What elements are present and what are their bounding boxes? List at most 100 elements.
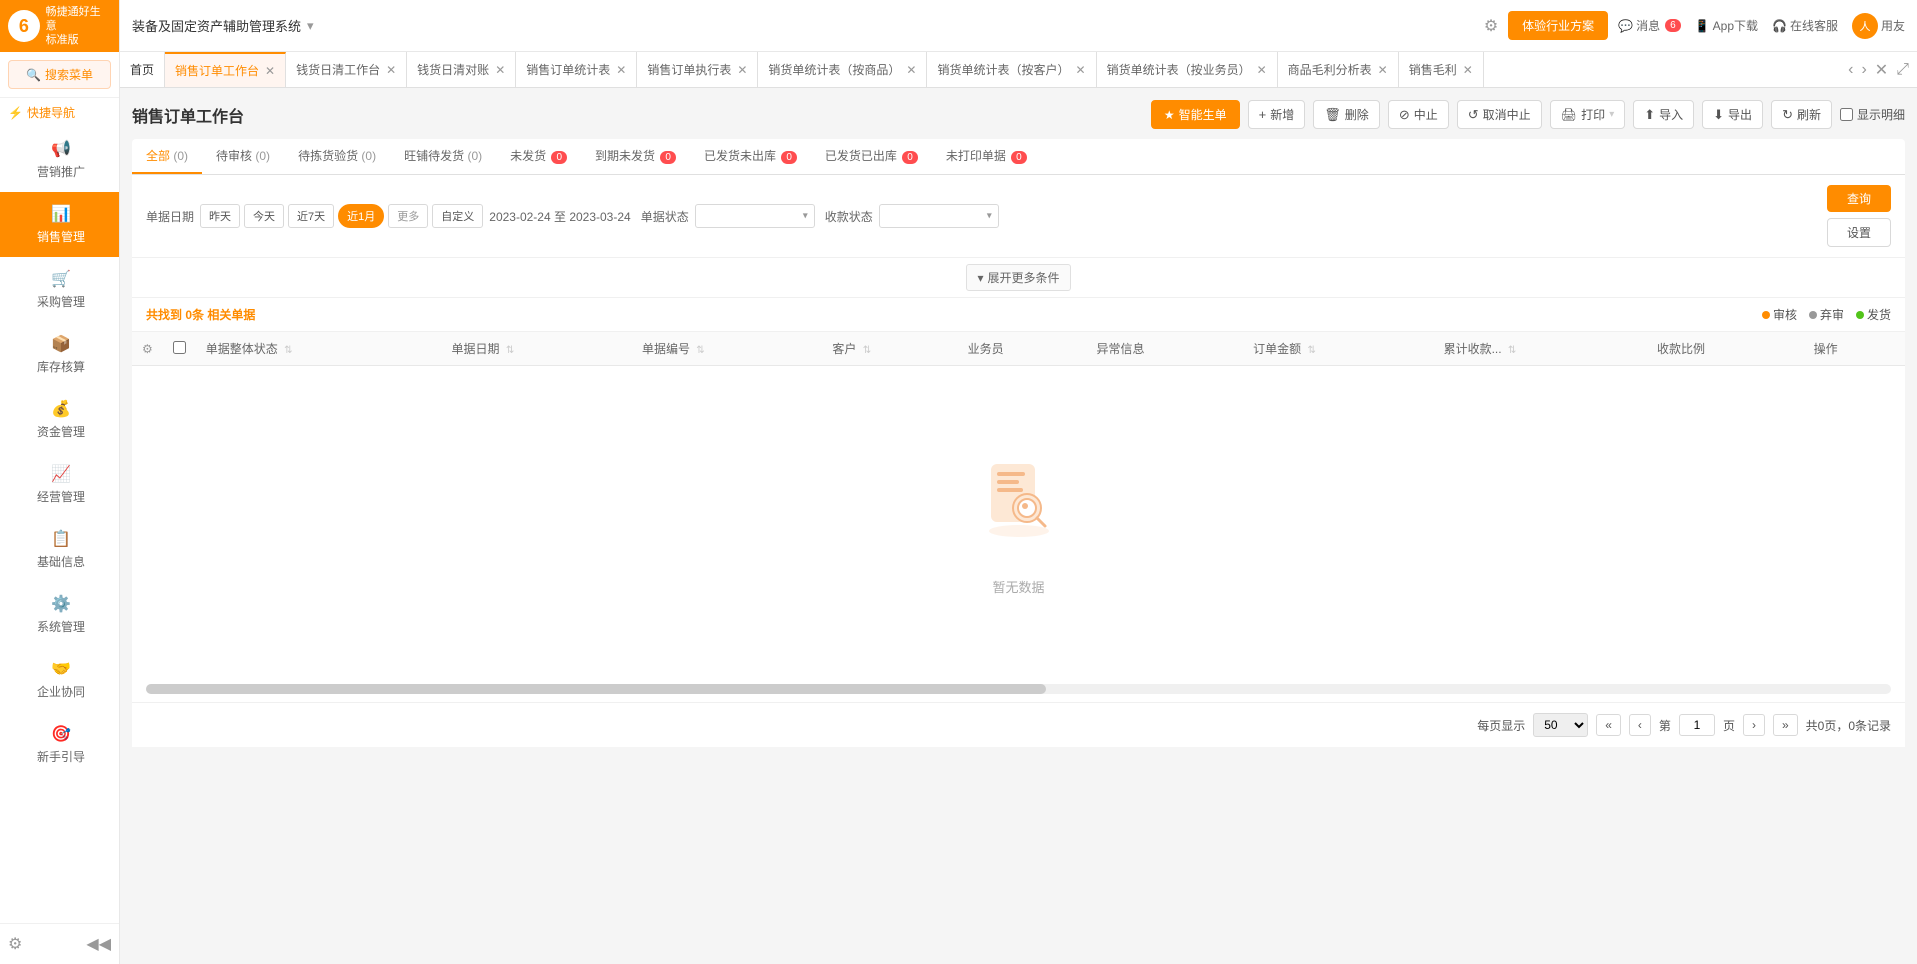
import-button[interactable]: ⬆ 导入	[1633, 100, 1694, 129]
ship-dot	[1856, 311, 1864, 319]
sidebar-item-marketing[interactable]: 📢 营销推广	[0, 127, 119, 192]
tab-home[interactable]: 首页	[120, 52, 165, 88]
headset-icon: 🎧	[1772, 19, 1787, 33]
sub-tab-not-shipped[interactable]: 未发货 0	[496, 139, 581, 174]
filter-bar: 单据日期 昨天 今天 近7天 近1月 更多 自定义 2023-02-24 至 2…	[132, 175, 1905, 258]
topbar-gear-icon[interactable]: ⚙	[1484, 16, 1498, 36]
tab-sales-exec[interactable]: 销售订单执行表 ✕	[637, 52, 758, 88]
show-detail-toggle[interactable]: 显示明细	[1840, 106, 1905, 123]
tab-sales-summary-customer[interactable]: 销货单统计表（按客户） ✕	[927, 52, 1096, 88]
col-settings[interactable]: ⚙	[132, 332, 163, 366]
sidebar-item-finance[interactable]: 💰 资金管理	[0, 387, 119, 452]
tab-sales-order-workbench[interactable]: 销售订单工作台 ✕	[165, 52, 286, 88]
sidebar-item-system[interactable]: ⚙️ 系统管理	[0, 582, 119, 647]
app-download-button[interactable]: 📱 App下载	[1695, 17, 1758, 34]
tab-scroll-left[interactable]: ‹	[1846, 59, 1855, 81]
sidebar-item-sales[interactable]: 📊 销售管理	[0, 192, 119, 257]
abandon-audit-meta-button[interactable]: 弃审	[1809, 306, 1844, 323]
sort-number-icon[interactable]: ⇅	[696, 345, 704, 356]
cancel-stop-button[interactable]: ↺ 取消中止	[1457, 100, 1542, 129]
add-button[interactable]: + 新增	[1248, 100, 1306, 129]
sub-tab-wangpu[interactable]: 旺铺待发货 (0)	[390, 139, 496, 174]
audit-meta-button[interactable]: 审核	[1762, 306, 1797, 323]
sidebar-item-guide[interactable]: 🎯 新手引导	[0, 712, 119, 777]
tab-sales-summary-staff[interactable]: 销货单统计表（按业务员） ✕	[1097, 52, 1278, 88]
expand-filter-button[interactable]: ▾ 展开更多条件	[966, 264, 1070, 291]
tab-close-cash-daily[interactable]: ✕	[386, 64, 396, 76]
horizontal-scrollbar[interactable]	[146, 684, 1891, 694]
user-menu[interactable]: 人 用友	[1852, 13, 1905, 39]
tab-cash-daily[interactable]: 钱货日清工作台 ✕	[286, 52, 407, 88]
select-all-checkbox[interactable]	[173, 341, 186, 354]
search-menu-button[interactable]: 🔍 搜索菜单	[8, 60, 111, 89]
date-btn-today[interactable]: 今天	[244, 204, 284, 228]
sub-tab-pending[interactable]: 待审核 (0)	[202, 139, 284, 174]
tab-sales-gross[interactable]: 销售毛利 ✕	[1399, 52, 1484, 88]
sub-tab-pending-inspect[interactable]: 待拣货验货 (0)	[284, 139, 390, 174]
sub-tab-shipped-out[interactable]: 已发货已出库 0	[811, 139, 932, 174]
stop-button[interactable]: ⊘ 中止	[1388, 100, 1449, 129]
ship-meta-button[interactable]: 发货	[1856, 306, 1891, 323]
tab-close-gross-margin[interactable]: ✕	[1378, 64, 1388, 76]
search-button[interactable]: 查询	[1827, 185, 1891, 212]
tab-close-sales-exec[interactable]: ✕	[737, 64, 747, 76]
sub-tab-not-printed[interactable]: 未打印单据 0	[932, 139, 1041, 174]
first-page-button[interactable]: «	[1596, 714, 1621, 736]
show-detail-checkbox[interactable]	[1840, 108, 1853, 121]
delete-button[interactable]: 🗑 删除	[1313, 100, 1380, 129]
tab-close-sales-gross[interactable]: ✕	[1463, 64, 1473, 76]
tab-close-current[interactable]: ✕	[1873, 58, 1890, 82]
sort-date-icon[interactable]: ⇅	[506, 345, 514, 356]
refresh-button[interactable]: ↻ 刷新	[1771, 100, 1832, 129]
sort-customer-icon[interactable]: ⇅	[863, 345, 871, 356]
sub-tab-overdue-not-shipped[interactable]: 到期未发货 0	[581, 139, 690, 174]
export-button[interactable]: ⬇ 导出	[1702, 100, 1763, 129]
sidebar-item-inventory[interactable]: 📦 库存核算	[0, 322, 119, 387]
sub-tab-all[interactable]: 全部 (0)	[132, 139, 202, 174]
tab-sales-stats[interactable]: 销售订单统计表 ✕	[516, 52, 637, 88]
sidebar-item-enterprise[interactable]: 🤝 企业协同	[0, 647, 119, 712]
date-btn-more[interactable]: 更多	[388, 204, 428, 228]
trial-button[interactable]: 体验行业方案	[1508, 11, 1608, 40]
set-button[interactable]: 设置	[1827, 218, 1891, 247]
settings-footer-icon[interactable]: ⚙	[8, 934, 22, 954]
online-service-button[interactable]: 🎧 在线客服	[1772, 17, 1838, 34]
tab-close-sales-order[interactable]: ✕	[265, 65, 275, 77]
message-button[interactable]: 💬 消息 6	[1618, 17, 1681, 34]
collapse-sidebar-icon[interactable]: ◀◀	[86, 934, 111, 954]
tab-cash-reconcile[interactable]: 钱货日清对账 ✕	[407, 52, 516, 88]
smart-generate-button[interactable]: ★ 智能生单	[1151, 100, 1240, 129]
payment-select[interactable]	[879, 204, 999, 228]
tab-maximize[interactable]: ⤢	[1894, 59, 1911, 81]
sort-status-icon[interactable]: ⇅	[284, 345, 292, 356]
print-button[interactable]: 🖨 打印 ▾	[1550, 100, 1626, 129]
date-btn-custom[interactable]: 自定义	[432, 204, 483, 228]
next-page-button[interactable]: ›	[1743, 714, 1765, 736]
sidebar-item-purchase[interactable]: 🛒 采购管理	[0, 257, 119, 322]
scrollbar-thumb[interactable]	[146, 684, 1046, 694]
tab-close-summary-staff[interactable]: ✕	[1257, 64, 1267, 76]
add-icon: +	[1259, 107, 1267, 122]
quick-nav[interactable]: ⚡ 快捷导航	[0, 98, 119, 127]
status-select[interactable]	[695, 204, 815, 228]
tab-sales-summary-product[interactable]: 销货单统计表（按商品） ✕	[758, 52, 927, 88]
date-btn-7days[interactable]: 近7天	[288, 204, 334, 228]
tab-close-sales-stats[interactable]: ✕	[616, 64, 626, 76]
sidebar-item-operations[interactable]: 📈 经营管理	[0, 452, 119, 517]
tab-gross-margin[interactable]: 商品毛利分析表 ✕	[1278, 52, 1399, 88]
tab-scroll-right[interactable]: ›	[1859, 59, 1868, 81]
tab-close-cash-reconcile[interactable]: ✕	[495, 64, 505, 76]
last-page-button[interactable]: »	[1773, 714, 1798, 736]
system-dropdown-icon[interactable]: ▾	[307, 18, 314, 34]
tab-close-summary-customer[interactable]: ✕	[1076, 64, 1086, 76]
tab-close-summary-product[interactable]: ✕	[906, 64, 916, 76]
date-btn-1month[interactable]: 近1月	[338, 204, 384, 228]
page-size-select[interactable]: 50 10 20 100	[1533, 713, 1588, 737]
prev-page-button[interactable]: ‹	[1629, 714, 1651, 736]
sort-collected-icon[interactable]: ⇅	[1508, 345, 1516, 356]
sort-amount-icon[interactable]: ⇅	[1307, 345, 1315, 356]
sub-tab-shipped-not-out[interactable]: 已发货未出库 0	[690, 139, 811, 174]
sidebar-item-base[interactable]: 📋 基础信息	[0, 517, 119, 582]
date-btn-yesterday[interactable]: 昨天	[200, 204, 240, 228]
page-input[interactable]	[1679, 714, 1715, 736]
